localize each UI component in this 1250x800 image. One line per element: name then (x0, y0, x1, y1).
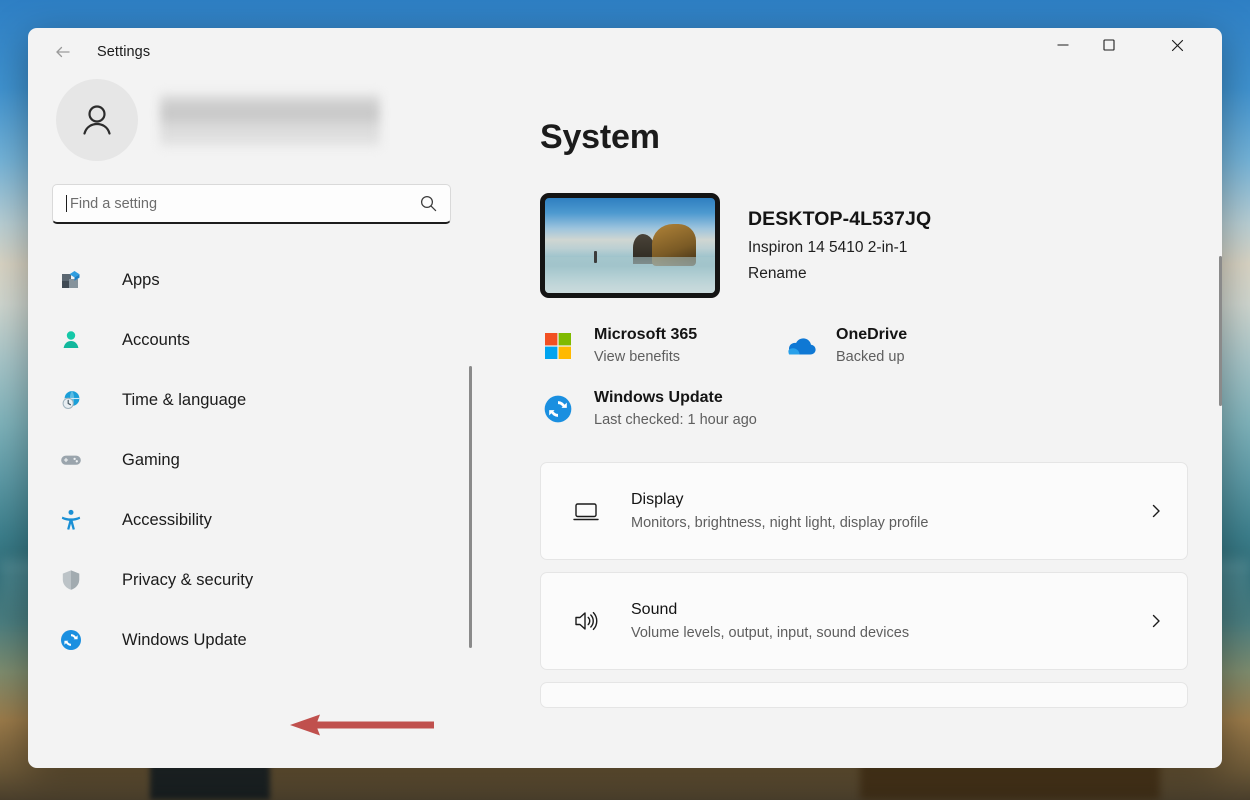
settings-cards: Display Monitors, brightness, night ligh… (540, 462, 1188, 708)
close-icon (1170, 38, 1185, 53)
sidebar-scrollbar[interactable] (469, 366, 472, 648)
settings-card-subtitle: Monitors, brightness, night light, displ… (631, 515, 929, 531)
search-box[interactable] (52, 184, 451, 224)
gaming-icon (56, 445, 86, 475)
person-avatar-icon (74, 97, 120, 143)
quick-link-subtitle: View benefits (594, 349, 680, 365)
quick-link-title: Windows Update (594, 389, 723, 406)
sidebar-item-label: Privacy & security (122, 570, 254, 589)
sidebar-item-label: Gaming (122, 450, 180, 469)
quick-link-title: Microsoft 365 (594, 326, 698, 343)
shield-icon (56, 565, 86, 595)
settings-window: Settings Find a setting Apps Accounts Ti… (28, 28, 1222, 768)
sidebar-item-time-language[interactable]: Time & language (52, 370, 496, 430)
maximize-button[interactable] (1086, 28, 1132, 62)
apps-icon (56, 265, 86, 295)
quick-link-text: OneDrive Backed up (836, 326, 907, 365)
sidebar-item-windows-update[interactable]: Windows Update (52, 610, 496, 670)
sidebar-item-gaming[interactable]: Gaming (52, 430, 496, 490)
sidebar-item-accounts[interactable]: Accounts (52, 310, 496, 370)
accounts-icon (56, 325, 86, 355)
accessibility-icon (56, 505, 86, 535)
settings-card-text: Sound Volume levels, output, input, soun… (631, 601, 1147, 641)
device-model: Inspiron 14 5410 2-in-1 (748, 239, 908, 256)
chevron-right-icon (1147, 502, 1165, 520)
sidebar-item-label: Accessibility (122, 510, 212, 529)
device-name: DESKTOP-4L537JQ (748, 208, 932, 230)
device-summary: DESKTOP-4L537JQ Inspiron 14 5410 2-in-1 … (540, 193, 1188, 298)
sidebar-item-privacy-security[interactable]: Privacy & security (52, 550, 496, 610)
back-arrow-icon (52, 41, 74, 63)
onedrive-cloud-icon (782, 328, 818, 364)
content-scrollbar[interactable] (1219, 256, 1222, 406)
page-title: System (540, 118, 660, 156)
sidebar-nav: Apps Accounts Time & language Gaming Acc… (52, 250, 496, 670)
avatar (56, 79, 138, 161)
quick-link-microsoft-365[interactable]: Microsoft 365 View benefits (540, 326, 760, 365)
window-controls (1040, 28, 1222, 76)
account-row[interactable] (52, 72, 496, 168)
sidebar-item-label: Windows Update (122, 630, 247, 649)
settings-card-title: Sound (631, 601, 678, 618)
back-button[interactable] (44, 33, 82, 71)
maximize-icon (1102, 38, 1116, 52)
device-thumbnail (540, 193, 720, 298)
sidebar-item-accessibility[interactable]: Accessibility (52, 490, 496, 550)
settings-card-display[interactable]: Display Monitors, brightness, night ligh… (540, 462, 1188, 560)
sidebar: Apps Accounts (28, 76, 496, 768)
settings-card-partial[interactable] (540, 682, 1188, 708)
quick-link-subtitle: Backed up (836, 349, 905, 365)
settings-card-sound[interactable]: Sound Volume levels, output, input, soun… (540, 572, 1188, 670)
windows-update-icon (56, 625, 86, 655)
time-language-icon (56, 385, 86, 415)
search-input[interactable] (67, 185, 419, 222)
device-info: DESKTOP-4L537JQ Inspiron 14 5410 2-in-1 … (748, 208, 931, 283)
chevron-right-icon (1147, 612, 1165, 630)
quick-link-text: Microsoft 365 View benefits (594, 326, 697, 365)
quick-link-onedrive[interactable]: OneDrive Backed up (782, 326, 907, 365)
minimize-icon (1056, 38, 1070, 52)
quick-link-title: OneDrive (836, 326, 908, 343)
speaker-icon (567, 602, 605, 640)
close-button[interactable] (1154, 28, 1200, 62)
sidebar-item-label: Apps (122, 270, 160, 289)
quick-links-row: Microsoft 365 View benefits OneDrive Bac… (540, 326, 1188, 365)
window-body: Apps Accounts (28, 76, 1222, 768)
content-pane: System DESKTOP-4L537JQ Inspiron 14 5410 … (496, 76, 1222, 768)
search-icon[interactable] (419, 194, 438, 213)
microsoft-365-icon (540, 328, 576, 364)
sidebar-item-label: Accounts (122, 330, 190, 349)
app-title: Settings (97, 44, 151, 60)
quick-link-windows-update[interactable]: Windows Update Last checked: 1 hour ago (540, 389, 1188, 428)
title-bar: Settings (28, 28, 1222, 76)
minimize-button[interactable] (1040, 28, 1086, 62)
rename-link[interactable]: Rename (748, 265, 931, 283)
account-name-redacted (160, 94, 380, 146)
settings-card-text: Display Monitors, brightness, night ligh… (631, 491, 1147, 531)
desktop-background: Settings Find a setting Apps Accounts Ti… (0, 0, 1250, 800)
monitor-icon (567, 492, 605, 530)
quick-link-subtitle: Last checked: 1 hour ago (594, 412, 757, 428)
sidebar-item-label: Time & language (122, 390, 247, 409)
quick-links: Microsoft 365 View benefits OneDrive Bac… (540, 326, 1188, 428)
account-name (160, 94, 380, 146)
thumbnail-reflection (545, 256, 715, 293)
settings-card-subtitle: Volume levels, output, input, sound devi… (631, 625, 910, 641)
sidebar-item-apps[interactable]: Apps (52, 250, 496, 310)
settings-card-title: Display (631, 491, 684, 508)
quick-link-text: Windows Update Last checked: 1 hour ago (594, 389, 757, 428)
windows-update-icon (540, 391, 576, 427)
thumbnail-person (594, 251, 598, 264)
